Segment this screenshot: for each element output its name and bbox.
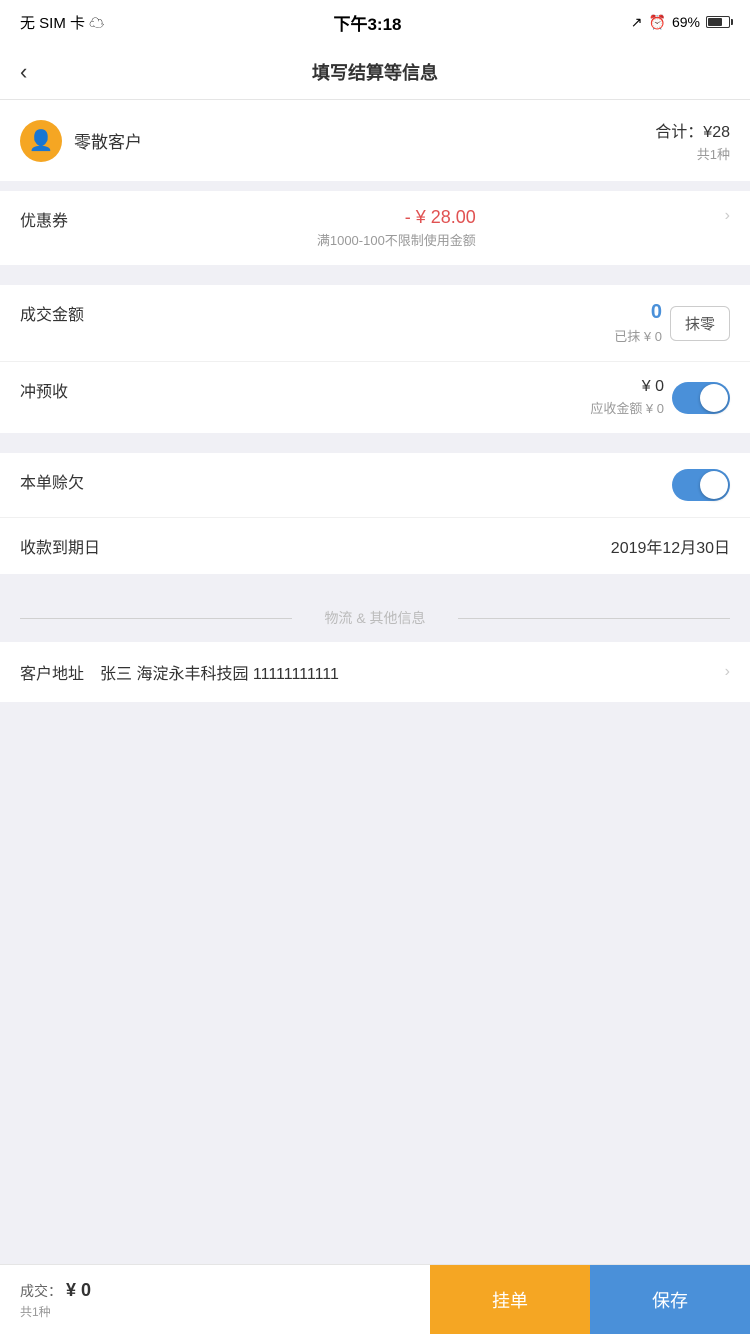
bottom-deal-value: ¥ 0 — [66, 1280, 91, 1301]
deal-amount-right: 0 已抹 ¥ 0 抹零 — [614, 301, 730, 345]
sim-label: 无 SIM 卡 ☁ — [20, 12, 104, 33]
avatar-icon: 👤 — [29, 128, 54, 153]
avatar: 👤 — [20, 120, 62, 162]
customer-total: 合计：¥28 共1种 — [655, 118, 730, 163]
battery-percentage: 69% — [672, 14, 700, 30]
bottom-count: 共1种 — [20, 1303, 410, 1320]
coupon-card[interactable]: 优惠券 - ¥ 28.00 满1000-100不限制使用金额 › — [0, 191, 750, 265]
status-time: 下午3:18 — [333, 10, 401, 35]
save-button[interactable]: 保存 — [590, 1265, 750, 1334]
debt-toggle[interactable] — [672, 469, 730, 501]
address-row[interactable]: 客户地址 张三 海淀永丰科技园 11111111111 › — [0, 642, 750, 702]
section-sep-3 — [0, 584, 750, 594]
coupon-sub: 满1000-100不限制使用金额 — [317, 230, 476, 249]
logistics-label: 物流 & 其他信息 — [324, 608, 425, 628]
prepay-sub: 应收金额 ¥ 0 — [590, 398, 664, 417]
location-icon: ↗ — [631, 14, 643, 31]
battery-icon — [706, 16, 730, 28]
prepay-toggle[interactable] — [672, 382, 730, 414]
customer-left: 👤 零散客户 — [20, 120, 142, 162]
deal-amount-sub: 已抹 ¥ 0 — [614, 326, 662, 345]
total-count: 共1种 — [655, 144, 730, 163]
bottom-spacer — [0, 712, 750, 932]
wipe-zero-button[interactable]: 抹零 — [670, 306, 730, 341]
nav-bar: ‹ 填写结算等信息 — [0, 44, 750, 100]
coupon-row[interactable]: 优惠券 - ¥ 28.00 满1000-100不限制使用金额 › — [0, 191, 750, 265]
address-label: 客户地址 — [20, 660, 84, 684]
customer-card: 👤 零散客户 合计：¥28 共1种 — [0, 100, 750, 181]
main-content: 👤 零散客户 合计：¥28 共1种 优惠券 - ¥ 28.00 满1000-10… — [0, 100, 750, 932]
debt-card: 本单赊欠 收款到期日 2019年12月30日 — [0, 453, 750, 574]
alarm-icon: ⏰ — [649, 14, 666, 31]
deal-group: 成交金额 0 已抹 ¥ 0 抹零 冲预收 ¥ 0 应收金额 ¥ 0 — [0, 285, 750, 433]
bottom-deal-label: 成交： — [20, 1281, 62, 1301]
due-date-label: 收款到期日 — [20, 534, 100, 558]
hold-button[interactable]: 挂单 — [430, 1265, 590, 1334]
prepay-row: 冲预收 ¥ 0 应收金额 ¥ 0 — [0, 361, 750, 433]
prepay-right: ¥ 0 应收金额 ¥ 0 — [590, 378, 730, 417]
chevron-right-icon: › — [725, 207, 730, 225]
prepay-label: 冲预收 — [20, 378, 68, 402]
coupon-label: 优惠券 — [20, 207, 68, 231]
bottom-info: 成交： ¥ 0 共1种 — [0, 1265, 430, 1334]
page-title: 填写结算等信息 — [312, 59, 438, 85]
due-date-row: 收款到期日 2019年12月30日 — [0, 517, 750, 574]
deal-amount-value: 0 — [614, 301, 662, 324]
address-value: 张三 海淀永丰科技园 11111111111 — [100, 660, 725, 684]
section-sep-1 — [0, 275, 750, 285]
debt-toggle-knob — [700, 471, 728, 499]
bottom-bar: 成交： ¥ 0 共1种 挂单 保存 — [0, 1264, 750, 1334]
total-amount: 合计：¥28 — [655, 118, 730, 142]
back-button[interactable]: ‹ — [20, 59, 27, 85]
coupon-amount: - ¥ 28.00 — [317, 207, 476, 228]
debt-row: 本单赊欠 — [0, 453, 750, 517]
prepay-value: ¥ 0 — [590, 378, 664, 396]
section-sep-2 — [0, 443, 750, 453]
customer-row: 👤 零散客户 合计：¥28 共1种 — [0, 100, 750, 181]
address-card[interactable]: 客户地址 张三 海淀永丰科技园 11111111111 › — [0, 642, 750, 702]
coupon-right: - ¥ 28.00 满1000-100不限制使用金额 — [317, 207, 476, 249]
toggle-knob — [700, 384, 728, 412]
deal-amount-label: 成交金额 — [20, 301, 84, 325]
debt-label: 本单赊欠 — [20, 469, 84, 493]
status-bar: 无 SIM 卡 ☁ 下午3:18 ↗ ⏰ 69% — [0, 0, 750, 44]
customer-name: 零散客户 — [74, 128, 142, 153]
address-chevron-icon: › — [725, 663, 730, 681]
status-left: 无 SIM 卡 ☁ — [20, 12, 104, 33]
logistics-divider: 物流 & 其他信息 — [0, 594, 750, 642]
due-date-value: 2019年12月30日 — [611, 534, 730, 558]
status-right: ↗ ⏰ 69% — [631, 14, 730, 31]
deal-amount-row: 成交金额 0 已抹 ¥ 0 抹零 — [0, 285, 750, 361]
